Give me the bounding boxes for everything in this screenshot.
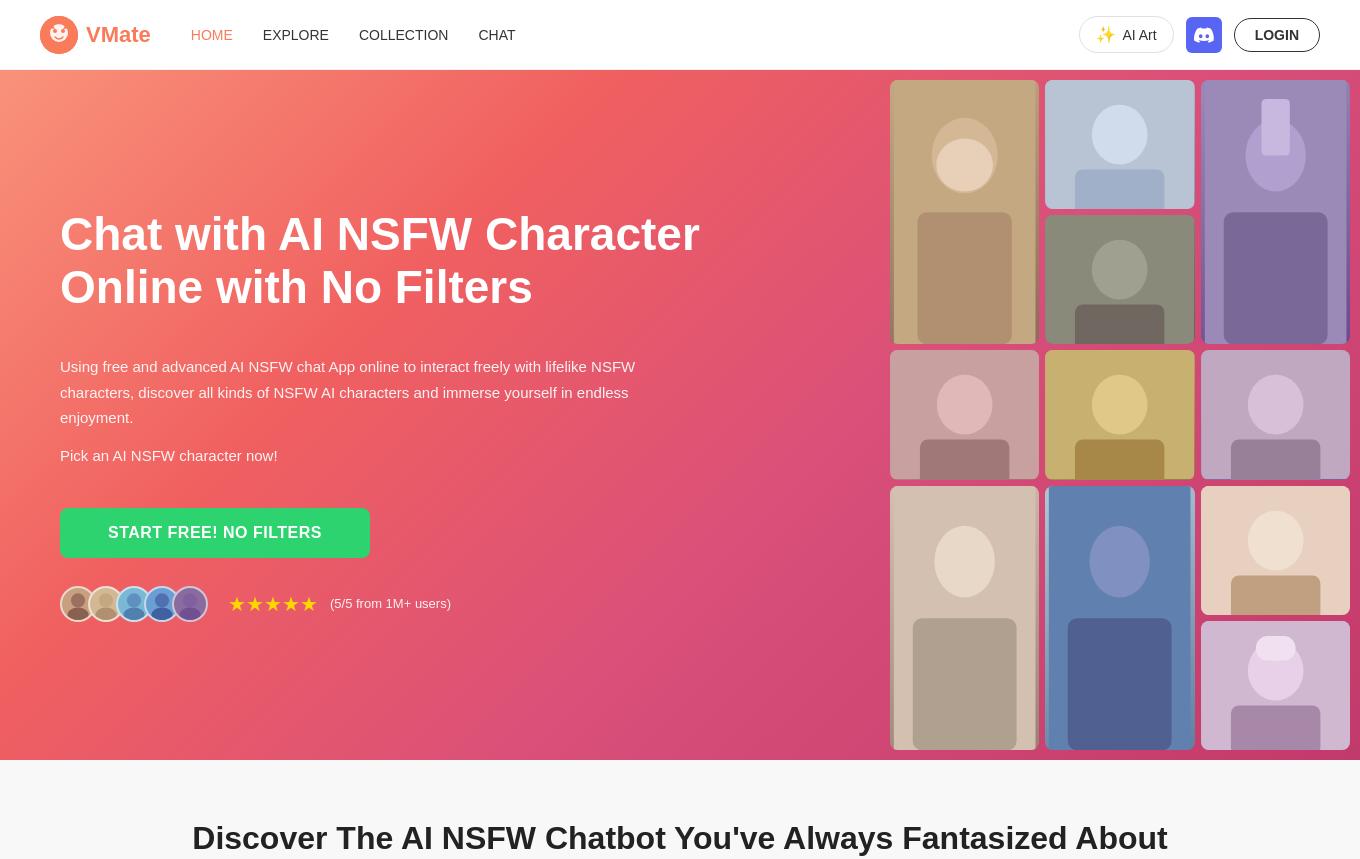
rating-text: (5/5 from 1M+ users): [330, 596, 451, 611]
svg-rect-20: [1075, 169, 1164, 209]
image-placeholder-3: [1201, 80, 1350, 344]
image-placeholder-7: [1201, 350, 1350, 479]
start-free-button[interactable]: START FREE! NO FILTERS: [60, 508, 370, 558]
bottom-section: Discover The AI NSFW Chatbot You've Alwa…: [0, 760, 1360, 859]
grid-image-5: [890, 350, 1039, 479]
login-button[interactable]: LOGIN: [1234, 18, 1320, 52]
svg-rect-48: [1231, 705, 1320, 750]
avatar-5: [172, 586, 208, 622]
image-placeholder-2: [1045, 80, 1194, 209]
svg-point-7: [95, 607, 116, 621]
star-rating: ★★★★★: [228, 592, 318, 616]
social-proof: ★★★★★ (5/5 from 1M+ users): [60, 586, 760, 622]
grid-image-11: [1201, 621, 1350, 750]
svg-point-13: [179, 607, 200, 621]
svg-point-4: [71, 593, 85, 607]
logo-text: VMate: [86, 22, 151, 48]
svg-point-35: [1247, 375, 1303, 435]
svg-point-8: [127, 593, 141, 607]
svg-point-5: [67, 607, 88, 621]
grid-image-7: [1201, 350, 1350, 479]
hero-section: Chat with AI NSFW Character Online with …: [0, 70, 1360, 760]
svg-point-26: [1092, 240, 1148, 300]
svg-point-32: [1092, 375, 1148, 435]
logo[interactable]: VMate: [40, 16, 151, 54]
nav-left: VMate HOME EXPLORE COLLECTION CHAT: [40, 16, 515, 54]
hero-image-grid: [880, 70, 1360, 760]
grid-image-4: [1045, 215, 1194, 344]
image-placeholder-9: [1045, 486, 1194, 750]
svg-rect-39: [913, 618, 1017, 750]
svg-rect-33: [1075, 440, 1164, 480]
svg-rect-23: [1223, 212, 1327, 344]
navbar: VMate HOME EXPLORE COLLECTION CHAT ✨ AI …: [0, 0, 1360, 70]
svg-rect-16: [917, 212, 1011, 344]
nav-link-chat[interactable]: CHAT: [478, 27, 515, 43]
ai-art-label: AI Art: [1122, 27, 1156, 43]
image-placeholder-4: [1045, 215, 1194, 344]
discord-button[interactable]: [1186, 17, 1222, 53]
svg-point-44: [1247, 510, 1303, 570]
grid-image-8: [890, 486, 1039, 750]
ai-art-icon: ✨: [1096, 25, 1116, 44]
hero-content: Chat with AI NSFW Character Online with …: [60, 208, 760, 621]
grid-image-6: [1045, 350, 1194, 479]
svg-point-6: [99, 593, 113, 607]
bottom-title: Discover The AI NSFW Chatbot You've Alwa…: [60, 820, 1300, 857]
svg-point-29: [937, 375, 993, 435]
ai-art-button[interactable]: ✨ AI Art: [1079, 16, 1173, 53]
user-avatars: [60, 586, 200, 622]
svg-point-9: [123, 607, 144, 621]
image-placeholder-5: [890, 350, 1039, 479]
image-placeholder-11: [1201, 621, 1350, 750]
nav-links: HOME EXPLORE COLLECTION CHAT: [191, 27, 516, 43]
grid-image-9: [1045, 486, 1194, 750]
discord-icon: [1194, 25, 1214, 45]
hero-sub-text: Pick an AI NSFW character now!: [60, 447, 760, 464]
svg-point-12: [183, 593, 197, 607]
image-placeholder-8: [890, 486, 1039, 750]
logo-icon: [40, 16, 78, 54]
grid-image-10: [1201, 486, 1350, 615]
image-placeholder-10: [1201, 486, 1350, 615]
svg-point-38: [934, 525, 994, 597]
nav-right: ✨ AI Art LOGIN: [1079, 16, 1320, 53]
grid-image-3: [1201, 80, 1350, 344]
svg-rect-49: [1255, 636, 1295, 661]
nav-link-collection[interactable]: COLLECTION: [359, 27, 448, 43]
svg-rect-24: [1261, 99, 1289, 156]
hero-title: Chat with AI NSFW Character Online with …: [60, 208, 760, 314]
nav-link-home[interactable]: HOME: [191, 27, 233, 43]
svg-rect-36: [1231, 440, 1320, 480]
nav-link-explore[interactable]: EXPLORE: [263, 27, 329, 43]
svg-point-2: [53, 29, 57, 33]
svg-rect-42: [1068, 618, 1172, 750]
grid-image-2: [1045, 80, 1194, 209]
image-placeholder-1: [890, 80, 1039, 344]
logo-svg: [40, 16, 78, 54]
svg-point-10: [155, 593, 169, 607]
svg-rect-30: [920, 440, 1009, 480]
svg-point-11: [151, 607, 172, 621]
image-placeholder-6: [1045, 350, 1194, 479]
svg-point-3: [61, 29, 65, 33]
svg-point-19: [1092, 105, 1148, 165]
svg-point-17: [936, 139, 993, 192]
svg-point-41: [1090, 525, 1150, 597]
grid-image-1: [890, 80, 1039, 344]
svg-rect-45: [1231, 575, 1320, 615]
hero-description: Using free and advanced AI NSFW chat App…: [60, 354, 660, 431]
svg-rect-27: [1075, 305, 1164, 345]
